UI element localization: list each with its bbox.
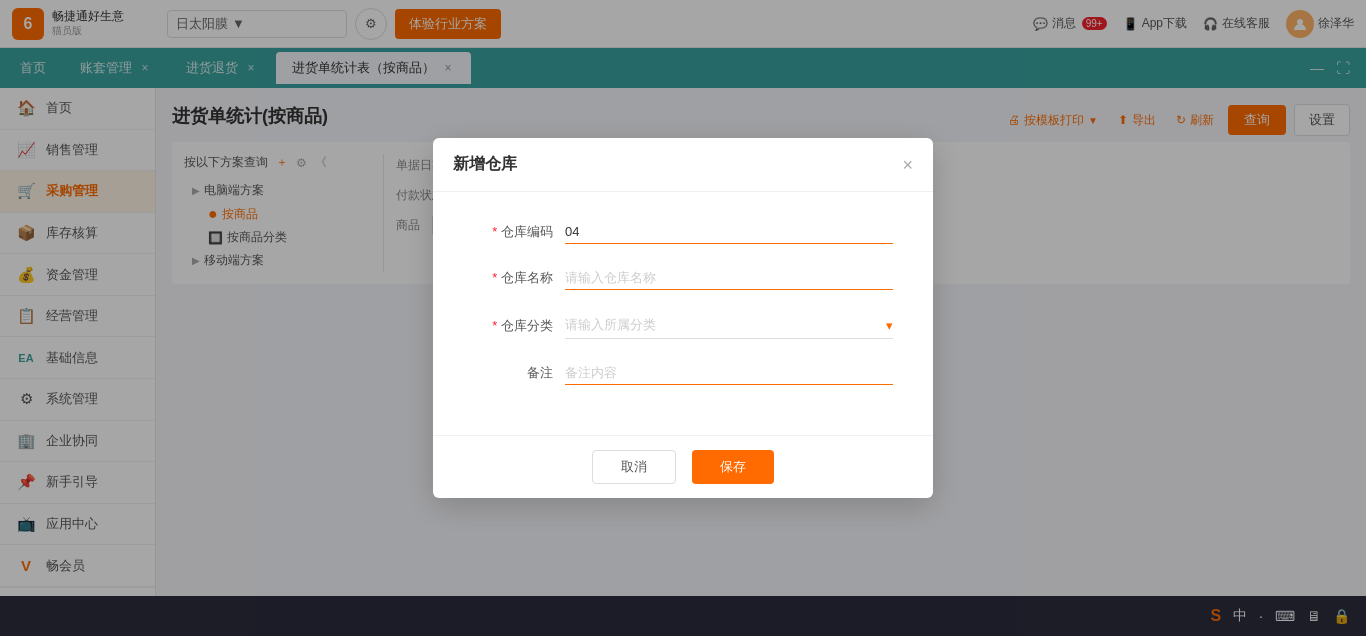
form-row-name: * 仓库名称 bbox=[473, 266, 893, 290]
name-input[interactable] bbox=[565, 266, 893, 290]
required-star-code: * bbox=[492, 224, 497, 239]
cancel-button[interactable]: 取消 bbox=[592, 450, 676, 484]
dropdown-arrow-icon: ▾ bbox=[886, 318, 893, 333]
required-star-category: * bbox=[492, 318, 497, 333]
form-row-code: * 仓库编码 bbox=[473, 220, 893, 244]
modal-body: * 仓库编码 * 仓库名称 * 仓库分类 请输入所属 bbox=[433, 192, 933, 435]
category-label: * 仓库分类 bbox=[473, 317, 553, 335]
modal-overlay[interactable]: 新增仓库 × * 仓库编码 * 仓库名称 bbox=[0, 0, 1366, 636]
modal-close-button[interactable]: × bbox=[902, 156, 913, 174]
modal-header: 新增仓库 × bbox=[433, 138, 933, 192]
modal-title: 新增仓库 bbox=[453, 154, 517, 175]
save-button[interactable]: 保存 bbox=[692, 450, 774, 484]
category-dropdown[interactable]: 请输入所属分类 ▾ bbox=[565, 312, 893, 339]
modal-new-warehouse: 新增仓库 × * 仓库编码 * 仓库名称 bbox=[433, 138, 933, 498]
modal-footer: 取消 保存 bbox=[433, 435, 933, 498]
remark-label: 备注 bbox=[473, 364, 553, 382]
required-star-name: * bbox=[492, 270, 497, 285]
code-input[interactable] bbox=[565, 220, 893, 244]
name-label: * 仓库名称 bbox=[473, 269, 553, 287]
code-label: * 仓库编码 bbox=[473, 223, 553, 241]
form-row-category: * 仓库分类 请输入所属分类 ▾ bbox=[473, 312, 893, 339]
remark-input[interactable] bbox=[565, 361, 893, 385]
form-row-remark: 备注 bbox=[473, 361, 893, 385]
